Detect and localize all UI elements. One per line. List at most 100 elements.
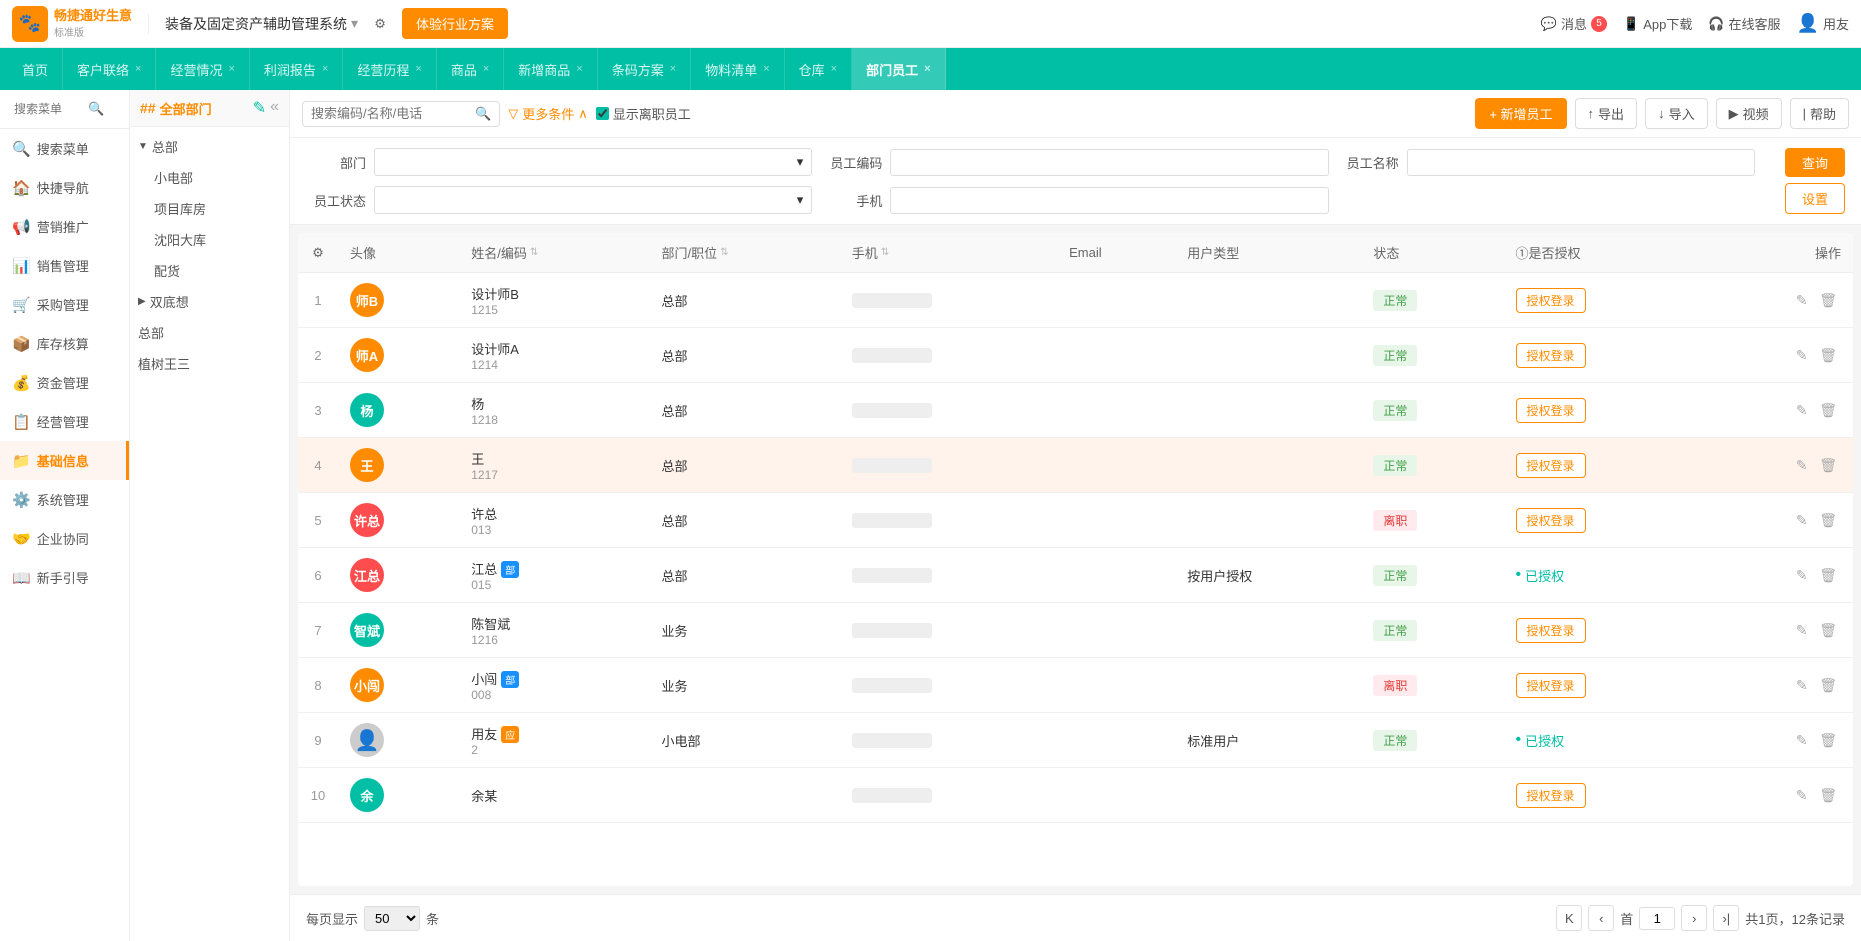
set-btn[interactable]: 设置 <box>1785 183 1845 214</box>
close-icon[interactable]: × <box>831 63 837 75</box>
tab-customer[interactable]: 客户联络 × <box>63 48 156 90</box>
online-service-btn[interactable]: 🎧 在线客服 <box>1708 14 1780 33</box>
sidebar-search-input[interactable] <box>8 98 88 120</box>
sidebar-item-inventory[interactable]: 📦 库存核算 <box>0 324 129 363</box>
tab-history[interactable]: 经营历程 × <box>343 48 436 90</box>
edit-btn[interactable]: ✎ <box>1792 400 1812 421</box>
dept-tree-item-shenyang[interactable]: 沈阳大库 <box>142 224 289 255</box>
view-btn[interactable]: ▶ 视频 <box>1716 98 1782 129</box>
dept-tree-item-distribution[interactable]: 配货 <box>142 255 289 286</box>
edit-btn[interactable]: ✎ <box>1792 675 1812 696</box>
first-page-btn[interactable]: K <box>1556 905 1582 931</box>
auth-btn[interactable]: 授权登录 <box>1516 673 1586 698</box>
per-page-select[interactable]: 50 100 200 <box>364 906 420 931</box>
delete-btn[interactable]: 🗑 <box>1815 510 1841 531</box>
show-resigned-label[interactable]: 显示离职员工 <box>596 104 691 123</box>
prev-page-btn[interactable]: ‹ <box>1588 905 1614 931</box>
tab-warehouse[interactable]: 仓库 × <box>785 48 852 90</box>
page-input[interactable] <box>1639 907 1675 930</box>
close-icon[interactable]: × <box>763 63 769 75</box>
search-input[interactable] <box>311 106 471 121</box>
phone-input[interactable] <box>890 187 1328 214</box>
status-filter-select[interactable]: ▾ <box>374 186 812 214</box>
auth-btn[interactable]: 授权登录 <box>1516 508 1586 533</box>
dept-tree-item-small-elec[interactable]: 小电部 <box>142 162 289 193</box>
last-page-btn[interactable]: ›| <box>1713 905 1739 931</box>
edit-btn[interactable]: ✎ <box>1792 345 1812 366</box>
edit-btn[interactable]: ✎ <box>1792 730 1812 751</box>
sidebar-item-system[interactable]: ⚙️ 系统管理 <box>0 480 129 519</box>
close-icon[interactable]: × <box>483 63 489 75</box>
delete-btn[interactable]: 🗑 <box>1815 565 1841 586</box>
delete-btn[interactable]: 🗑 <box>1815 290 1841 311</box>
auth-btn[interactable]: 授权登录 <box>1516 618 1586 643</box>
sidebar-item-sales[interactable]: 📊 销售管理 <box>0 246 129 285</box>
collapse-panel-icon[interactable]: « <box>270 98 279 118</box>
tab-add-goods[interactable]: 新增商品 × <box>504 48 597 90</box>
close-icon[interactable]: × <box>135 63 141 75</box>
app-download-btn[interactable]: 📱 App下载 <box>1623 14 1692 33</box>
sidebar-item-search[interactable]: 🔍 搜索菜单 <box>0 129 129 168</box>
dept-tree-item-double[interactable]: ▶ 双底想 <box>130 286 289 317</box>
edit-dept-icon[interactable]: ✎ <box>253 98 266 118</box>
filter-more-btn[interactable]: ▽ 更多条件 ∧ <box>508 104 588 123</box>
auth-btn[interactable]: 授权登录 <box>1516 398 1586 423</box>
search-btn[interactable]: 查询 <box>1785 148 1845 177</box>
tab-operation[interactable]: 经营情况 × <box>156 48 249 90</box>
auth-btn[interactable]: 授权登录 <box>1516 453 1586 478</box>
edit-btn[interactable]: ✎ <box>1792 565 1812 586</box>
emp-code-input[interactable] <box>890 149 1328 176</box>
edit-btn[interactable]: ✎ <box>1792 290 1812 311</box>
close-icon[interactable]: × <box>670 63 676 75</box>
delete-btn[interactable]: 🗑 <box>1815 785 1841 806</box>
dept-tree-item-plant[interactable]: 植树王三 <box>130 348 289 379</box>
close-icon[interactable]: × <box>415 63 421 75</box>
help-btn[interactable]: | 帮助 <box>1790 98 1849 129</box>
delete-btn[interactable]: 🗑 <box>1815 730 1841 751</box>
close-icon[interactable]: × <box>228 63 234 75</box>
edit-btn[interactable]: ✎ <box>1792 620 1812 641</box>
dropdown-icon[interactable]: ▾ <box>351 15 358 32</box>
auth-btn[interactable]: 授权登录 <box>1516 343 1586 368</box>
close-icon[interactable]: × <box>576 63 582 75</box>
user-btn[interactable]: 👤 用友 <box>1797 13 1849 34</box>
settings-icon[interactable]: ⚙ <box>366 10 394 38</box>
dept-tree-item-hq[interactable]: 总部 <box>130 317 289 348</box>
th-dept[interactable]: 部门/职位 ⇅ <box>649 233 839 273</box>
delete-btn[interactable]: 🗑 <box>1815 455 1841 476</box>
edit-btn[interactable]: ✎ <box>1792 510 1812 531</box>
add-employee-btn[interactable]: + 新增员工 <box>1475 98 1566 129</box>
th-name[interactable]: 姓名/编码 ⇅ <box>459 233 649 273</box>
emp-name-input[interactable] <box>1407 149 1755 176</box>
auth-btn[interactable]: 授权登录 <box>1516 288 1586 313</box>
dept-tree-item-project[interactable]: 项目库房 <box>142 193 289 224</box>
show-resigned-checkbox[interactable] <box>596 107 609 120</box>
th-phone[interactable]: 手机 ⇅ <box>840 233 1057 273</box>
tab-bom[interactable]: 物料清单 × <box>691 48 784 90</box>
sidebar-item-collab[interactable]: 🤝 企业协同 <box>0 519 129 558</box>
tab-dept-employee[interactable]: 部门员工 × <box>852 48 945 90</box>
edit-btn[interactable]: ✎ <box>1792 455 1812 476</box>
search-icon[interactable]: 🔍 <box>475 106 491 122</box>
sidebar-item-finance[interactable]: 💰 资金管理 <box>0 363 129 402</box>
th-settings[interactable]: ⚙ <box>298 233 338 273</box>
sidebar-item-basic-info[interactable]: 📁 基础信息 <box>0 441 129 480</box>
delete-btn[interactable]: 🗑 <box>1815 675 1841 696</box>
close-icon[interactable]: × <box>924 63 930 75</box>
tab-home[interactable]: 首页 <box>8 48 63 90</box>
sidebar-item-guide[interactable]: 📖 新手引导 <box>0 558 129 597</box>
delete-btn[interactable]: 🗑 <box>1815 620 1841 641</box>
sidebar-item-quick-nav[interactable]: 🏠 快捷导航 <box>0 168 129 207</box>
sidebar-item-operations[interactable]: 📋 经营管理 <box>0 402 129 441</box>
tab-goods[interactable]: 商品 × <box>437 48 504 90</box>
tab-barcode[interactable]: 条码方案 × <box>598 48 691 90</box>
sidebar-item-marketing[interactable]: 📢 营销推广 <box>0 207 129 246</box>
message-btn[interactable]: 💬 消息 5 <box>1541 14 1607 33</box>
delete-btn[interactable]: 🗑 <box>1815 400 1841 421</box>
import-btn[interactable]: ↓ 导入 <box>1645 98 1708 129</box>
close-icon[interactable]: × <box>322 63 328 75</box>
sidebar-item-purchase[interactable]: 🛒 采购管理 <box>0 285 129 324</box>
dept-tree-item-general[interactable]: ▼ 总部 <box>130 131 289 162</box>
edit-btn[interactable]: ✎ <box>1792 785 1812 806</box>
auth-btn[interactable]: 授权登录 <box>1516 783 1586 808</box>
